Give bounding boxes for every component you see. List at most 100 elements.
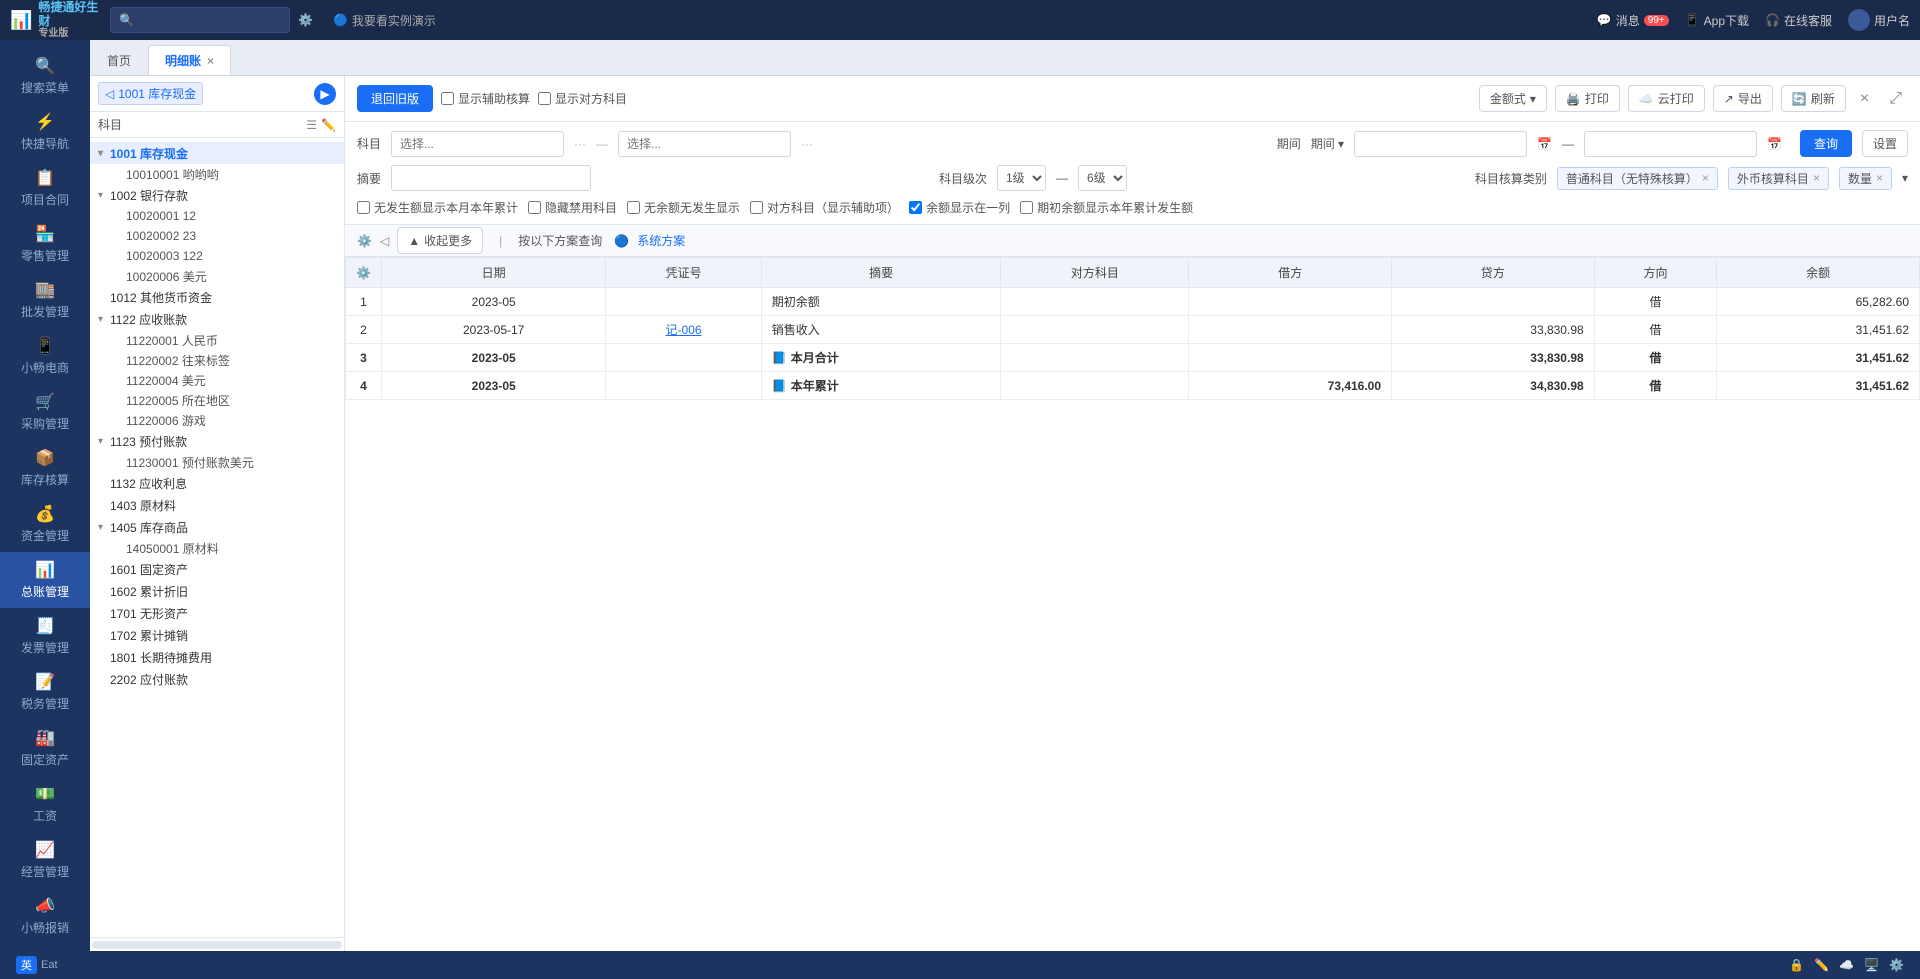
tree-item-14050001[interactable]: 14050001 原材料 <box>90 538 344 558</box>
sidebar-item-wholesale[interactable]: 🏬 批发管理 <box>0 272 90 328</box>
sidebar-item-purchase[interactable]: 🛒 采购管理 <box>0 384 90 440</box>
balance-col-checkbox[interactable] <box>909 201 922 214</box>
scheme-select-btn[interactable]: 系统方案 <box>637 232 685 249</box>
tree-item-1405[interactable]: ▾ 1405 库存商品 <box>90 516 344 538</box>
list-icon[interactable]: ☰ <box>306 118 317 132</box>
calendar-icon-1[interactable]: 📅 <box>1537 137 1552 151</box>
sidebar-item-search[interactable]: 🔍 搜索菜单 <box>0 48 90 104</box>
qty-dropdown[interactable]: ▾ <box>1902 171 1908 185</box>
top-search[interactable]: 🔍 <box>110 7 290 33</box>
show-contra-checkbox[interactable] <box>538 92 551 105</box>
service-btn[interactable]: 🎧 在线客服 <box>1765 12 1832 29</box>
check-opening[interactable]: 期初余额显示本年累计发生额 <box>1020 199 1193 216</box>
level-from-select[interactable]: 1级 <box>997 165 1046 191</box>
show-auxiliary-checkbox[interactable] <box>441 92 454 105</box>
period-dropdown[interactable]: 期间 ▾ <box>1311 135 1344 152</box>
check-hide-disabled[interactable]: 隐藏禁用科目 <box>528 199 617 216</box>
tree-item-10020002[interactable]: 10020002 23 <box>90 226 344 246</box>
show-contra-check[interactable]: 显示对方科目 <box>538 90 627 107</box>
status-lock[interactable]: 🔒 <box>1789 958 1804 972</box>
settings-filter-btn[interactable]: 设置 <box>1862 130 1908 157</box>
calendar-icon-2[interactable]: 📅 <box>1767 137 1782 151</box>
tree-item-11220004[interactable]: 11220004 美元 <box>90 370 344 390</box>
sidebar-item-quick[interactable]: ⚡ 快捷导航 <box>0 104 90 160</box>
row-voucher[interactable]: 记-006 <box>606 316 761 344</box>
tree-item-1701[interactable]: 1701 无形资产 <box>90 602 344 624</box>
selected-subject-tag[interactable]: ◁ 1001 库存现金 <box>98 82 203 105</box>
tab-detail[interactable]: 明细账 × <box>148 45 231 75</box>
status-monitor[interactable]: 🖥️ <box>1864 958 1879 972</box>
show-auxiliary-check[interactable]: 显示辅助核算 <box>441 90 530 107</box>
amount-style-btn[interactable]: 金额式 ▾ <box>1479 85 1547 112</box>
settings-icon[interactable]: ⚙️ <box>298 13 313 27</box>
status-edit[interactable]: ✏️ <box>1814 958 1829 972</box>
tree-item-1001[interactable]: ▾ 1001 库存现金 <box>90 142 344 164</box>
tag-remove-2[interactable]: × <box>1813 171 1820 185</box>
tree-item-11220006[interactable]: 11220006 游戏 <box>90 410 344 430</box>
tree-item-11220002[interactable]: 11220002 往来标签 <box>90 350 344 370</box>
check-contra[interactable]: 对方科目（显示辅助项） <box>750 199 899 216</box>
tree-item-11220005[interactable]: 11220005 所在地区 <box>90 390 344 410</box>
table-area[interactable]: ⚙️ 日期 凭证号 摘要 对方科目 借方 贷方 方向 余额 <box>345 257 1920 951</box>
col-settings[interactable]: ⚙️ <box>346 258 382 288</box>
sidebar-item-invoice[interactable]: 🧾 发票管理 <box>0 608 90 664</box>
tree-item-11230001[interactable]: 11230001 预付账款美元 <box>90 452 344 472</box>
return-old-btn[interactable]: 退回旧版 <box>357 85 433 112</box>
refresh-btn[interactable]: 🔄 刷新 <box>1781 85 1846 112</box>
tree-item-1132[interactable]: 1132 应收利息 <box>90 472 344 494</box>
tree-item-1012[interactable]: 1012 其他货币资金 <box>90 286 344 308</box>
expand-more-btn[interactable]: ▲ 收起更多 <box>397 227 483 254</box>
tree-nav-btn[interactable]: ▶ <box>314 83 336 105</box>
tree-item-1702[interactable]: 1702 累计摊销 <box>90 624 344 646</box>
tree-item-1123[interactable]: ▾ 1123 预付账款 <box>90 430 344 452</box>
sidebar-item-ecommerce[interactable]: 📱 小畅电商 <box>0 328 90 384</box>
collapse-icon[interactable]: ◁ <box>380 234 389 248</box>
tree-item-11220001[interactable]: 11220001 人民币 <box>90 330 344 350</box>
tree-item-10020001[interactable]: 10020001 12 <box>90 206 344 226</box>
close-btn[interactable]: × <box>1854 88 1875 110</box>
tab-close-icon[interactable]: × <box>207 54 214 68</box>
sidebar-item-retail[interactable]: 🏪 零售管理 <box>0 216 90 272</box>
check-no-balance[interactable]: 无发生额显示本月本年累计 <box>357 199 518 216</box>
hide-disabled-checkbox[interactable] <box>528 201 541 214</box>
tag-remove-1[interactable]: × <box>1702 171 1709 185</box>
demo-btn[interactable]: 🔵 我要看实例演示 <box>333 12 436 29</box>
sidebar-item-tax[interactable]: 📝 税务管理 <box>0 664 90 720</box>
voucher-link[interactable]: 记-006 <box>666 323 702 337</box>
export-btn[interactable]: ↗ 导出 <box>1713 85 1773 112</box>
tree-item-1403[interactable]: 1403 原材料 <box>90 494 344 516</box>
tree-item-1601[interactable]: 1601 固定资产 <box>90 558 344 580</box>
period-from[interactable]: 2023-05 <box>1354 131 1527 157</box>
subject-input[interactable] <box>391 131 564 157</box>
sidebar-item-capital[interactable]: 💰 资金管理 <box>0 496 90 552</box>
sidebar-item-salary[interactable]: 💵 工资 <box>0 776 90 832</box>
sidebar-item-project[interactable]: 📋 项目合同 <box>0 160 90 216</box>
tree-item-10010001[interactable]: 10010001 哟哟哟 <box>90 164 344 184</box>
edit-icon[interactable]: ✏️ <box>321 118 336 132</box>
messages-btn[interactable]: 💬 消息 99+ <box>1597 12 1669 29</box>
cloud-print-btn[interactable]: ☁️ 云打印 <box>1628 85 1705 112</box>
tree-item-2202[interactable]: 2202 应付账款 <box>90 668 344 690</box>
subject-input-2[interactable] <box>618 131 791 157</box>
tree-item-1602[interactable]: 1602 累计折旧 <box>90 580 344 602</box>
settings-scheme-icon[interactable]: ⚙️ <box>357 234 372 248</box>
tree-item-1002[interactable]: ▾ 1002 银行存款 <box>90 184 344 206</box>
sidebar-item-inventory[interactable]: 📦 库存核算 <box>0 440 90 496</box>
no-balance-checkbox[interactable] <box>357 201 370 214</box>
tree-item-10020006[interactable]: 10020006 美元 <box>90 266 344 286</box>
app-download-btn[interactable]: 📱 App下载 <box>1685 12 1749 29</box>
print-btn[interactable]: 🖨️ 打印 <box>1555 85 1620 112</box>
tree-item-10020003[interactable]: 10020003 122 <box>90 246 344 266</box>
summary-input[interactable] <box>391 165 591 191</box>
check-no-balance2[interactable]: 无余额无发生显示 <box>627 199 740 216</box>
contra-checkbox[interactable] <box>750 201 763 214</box>
tree-item-1801[interactable]: 1801 长期待摊费用 <box>90 646 344 668</box>
tree-item-1122[interactable]: ▾ 1122 应收账款 <box>90 308 344 330</box>
status-settings[interactable]: ⚙️ <box>1889 958 1904 972</box>
tree-scroll[interactable]: ▾ 1001 库存现金 10010001 哟哟哟 ▾ 1002 银行存款 100… <box>90 138 344 937</box>
level-to-select[interactable]: 6级 <box>1078 165 1127 191</box>
status-eat[interactable]: 英 Eat <box>16 956 58 974</box>
sidebar-item-general[interactable]: 📊 总账管理 <box>0 552 90 608</box>
status-cloud[interactable]: ☁️ <box>1839 958 1854 972</box>
tag-remove-3[interactable]: × <box>1876 171 1883 185</box>
